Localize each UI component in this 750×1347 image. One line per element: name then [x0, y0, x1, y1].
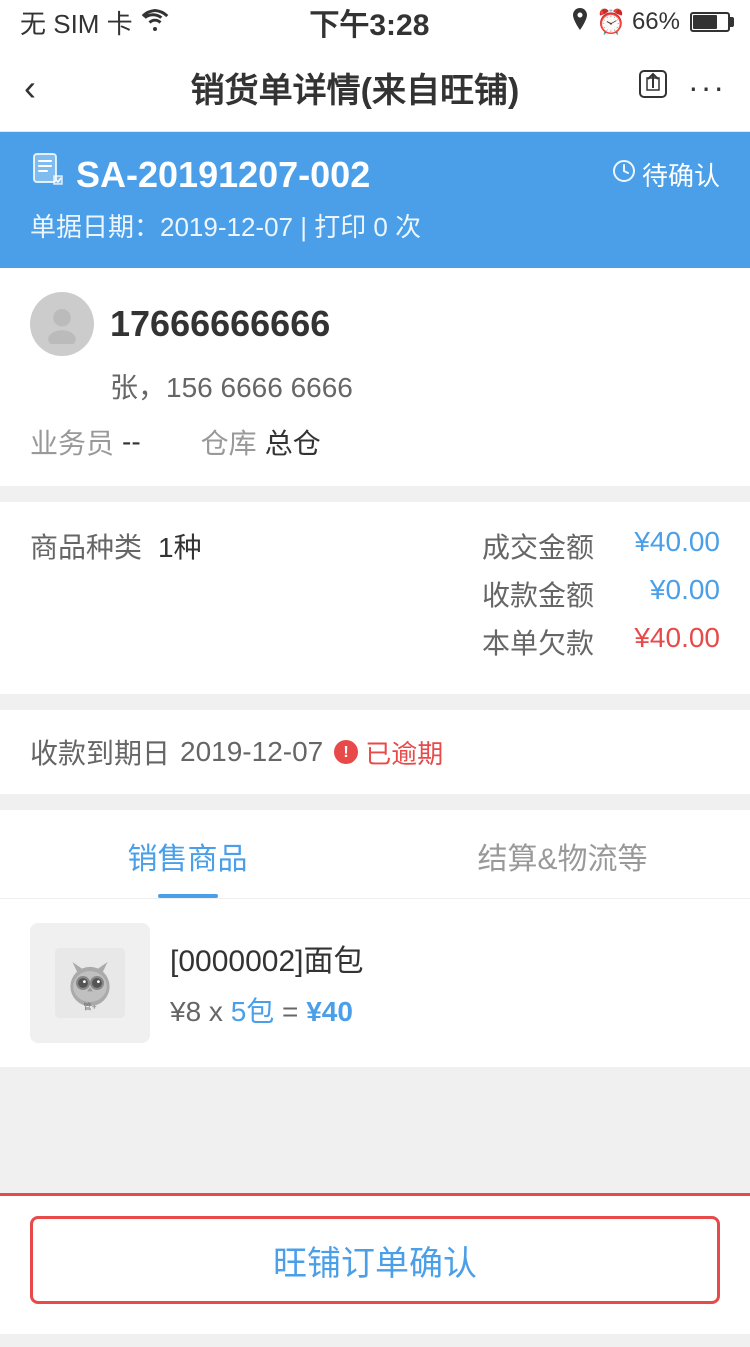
price-equals: = — [274, 996, 306, 1027]
order-status: 待确认 — [612, 156, 720, 193]
received-value: ¥0.00 — [610, 574, 720, 614]
amount-label: 成交金额 — [482, 526, 594, 566]
confirm-order-button[interactable]: 旺铺订单确认 — [30, 1216, 720, 1304]
product-price: ¥8 x 5包 = ¥40 — [170, 990, 720, 1030]
received-label: 收款金额 — [482, 574, 594, 614]
product-thumbnail: 管+ — [30, 923, 150, 1043]
share-button[interactable] — [638, 69, 668, 106]
customer-name: 张，156 6666 6666 — [30, 366, 720, 406]
avatar — [30, 292, 94, 356]
tab-sales-products[interactable]: 销售商品 — [0, 810, 375, 898]
sales-label: 业务员 — [30, 422, 114, 462]
price-qty: 5包 — [231, 996, 275, 1027]
customer-section: 17666666666 张，156 6666 6666 业务员 -- 仓库 总仓 — [0, 268, 750, 486]
warehouse-value: 总仓 — [265, 422, 321, 462]
location-icon — [570, 8, 590, 37]
amount-value: ¥40.00 — [610, 526, 720, 566]
alarm-icon: ⏰ — [596, 8, 626, 37]
price-text: ¥8 x — [170, 996, 231, 1027]
wifi-icon — [141, 7, 169, 38]
due-date-label: 收款到期日 — [30, 732, 170, 772]
nav-actions: ··· — [626, 69, 726, 106]
confirm-btn-container: 旺铺订单确认 — [0, 1193, 750, 1334]
price-total: ¥40 — [306, 996, 353, 1027]
nav-bar: ‹ 销货单详情(来自旺铺) ··· — [0, 44, 750, 132]
sales-value: -- — [122, 426, 141, 458]
order-id: SA-20191207-002 — [30, 152, 370, 197]
product-info: [0000002]面包 ¥8 x 5包 = ¥40 — [170, 936, 720, 1030]
page-title: 销货单详情(来自旺铺) — [84, 63, 626, 112]
back-button[interactable]: ‹ — [24, 67, 84, 109]
due-value: ¥40.00 — [610, 622, 720, 662]
product-section: 管+ [0000002]面包 ¥8 x 5包 = ¥40 — [0, 899, 750, 1067]
due-label: 本单欠款 — [482, 622, 594, 662]
more-button[interactable]: ··· — [688, 69, 726, 106]
due-date-section: 收款到期日 2019-12-07 ! 已逾期 — [0, 710, 750, 794]
product-name: [0000002]面包 — [170, 936, 720, 980]
battery-icon — [690, 12, 730, 32]
svg-text:!: ! — [344, 744, 349, 761]
order-header-card: SA-20191207-002 待确认 单据日期：2019-12-07 | 打印… — [0, 132, 750, 268]
product-item: 管+ [0000002]面包 ¥8 x 5包 = ¥40 — [30, 923, 720, 1043]
svg-text:管+: 管+ — [83, 1002, 96, 1012]
tabs: 销售商品 结算&物流等 — [0, 810, 750, 899]
customer-phone: 17666666666 — [110, 303, 330, 345]
due-date-value: 2019-12-07 — [180, 736, 323, 768]
status-bar: 无 SIM 卡 下午3:28 ⏰ 66% — [0, 0, 750, 44]
battery-text: 66% — [632, 8, 680, 36]
customer-meta: 业务员 -- 仓库 总仓 — [30, 422, 720, 462]
tab-settlement[interactable]: 结算&物流等 — [375, 810, 750, 898]
order-date: 单据日期：2019-12-07 | 打印 0 次 — [30, 207, 720, 244]
status-time: 下午3:28 — [309, 0, 429, 44]
category-label: 商品种类 — [30, 526, 142, 566]
order-icon — [30, 152, 66, 197]
status-right: ⏰ 66% — [570, 8, 730, 37]
warehouse-label: 仓库 — [201, 422, 257, 462]
amounts-block: 成交金额 ¥40.00 收款金额 ¥0.00 本单欠款 ¥40.00 — [482, 526, 720, 670]
summary-section: 商品种类 1种 成交金额 ¥40.00 收款金额 ¥0.00 本单欠款 ¥40.… — [0, 502, 750, 694]
carrier-text: 无 SIM 卡 — [20, 4, 133, 41]
category-value: 1种 — [158, 526, 202, 566]
overdue-badge: ! 已逾期 — [333, 734, 443, 771]
status-left: 无 SIM 卡 — [20, 4, 169, 41]
clock-icon — [612, 159, 636, 190]
